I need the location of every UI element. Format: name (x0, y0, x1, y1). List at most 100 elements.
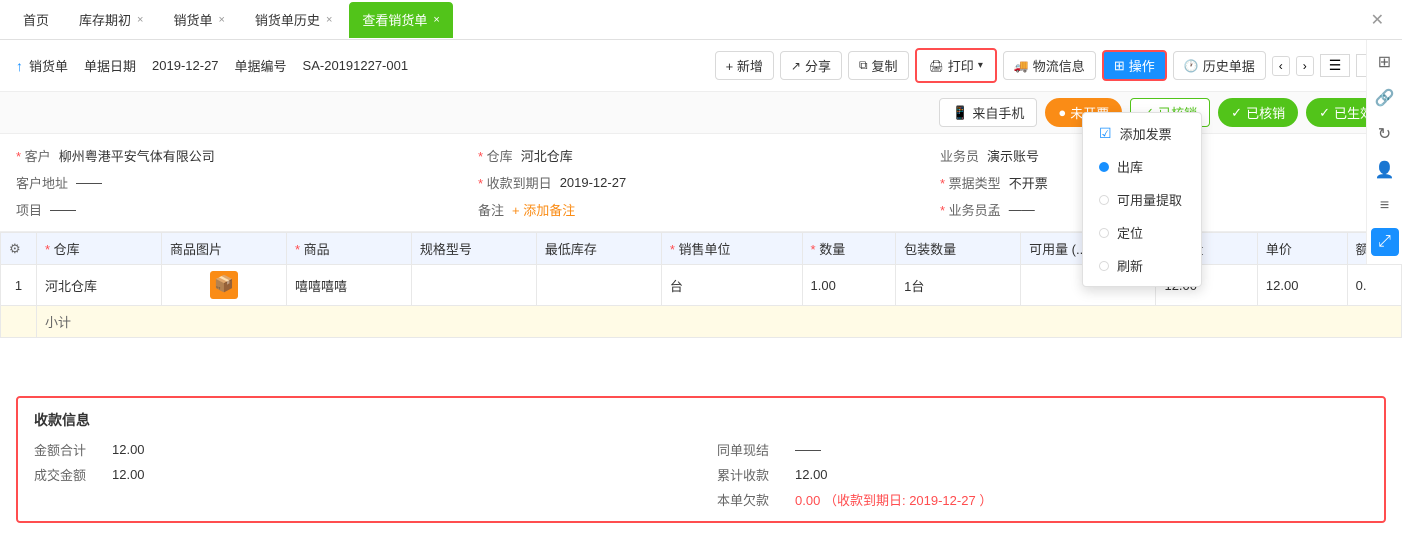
new-label: + 新增 (726, 56, 763, 75)
print-button[interactable]: 🖨 打印 ▾ (919, 52, 993, 79)
address-value: —— (76, 175, 102, 190)
tab-sales[interactable]: 销货单 × (160, 2, 237, 38)
cumulative-value: 12.00 (795, 467, 828, 482)
form-type-label: 销货单 (29, 56, 68, 75)
same-order-value: —— (795, 442, 821, 457)
product-image: 📦 (210, 271, 238, 299)
tab-sales-history[interactable]: 销货单历史 × (242, 2, 345, 38)
row-quantity: 1.00 (802, 265, 896, 306)
window-close-button[interactable]: ✕ (1363, 6, 1392, 34)
dropdown-add-invoice[interactable]: ☑ 添加发票 (1083, 117, 1201, 150)
refresh-label: 刷新 (1117, 256, 1143, 275)
copy-label: 复制 (872, 56, 898, 75)
sidebar-refresh-icon[interactable]: ↻ (1371, 120, 1399, 148)
col-image: 商品图片 (161, 233, 286, 265)
checkbox-icon: ☑ (1099, 125, 1112, 142)
sales-employee-value: —— (1009, 202, 1035, 217)
current-due-label: 本单欠款 (717, 490, 787, 509)
row-sales-unit: 台 (661, 265, 802, 306)
sidebar-resize-icon[interactable]: ⤢ (1371, 228, 1399, 256)
row-num: 1 (1, 265, 37, 306)
sidebar-list-icon[interactable]: ≡ (1371, 192, 1399, 220)
project-value: —— (50, 202, 76, 217)
sold-button[interactable]: ✓ 已核销 (1218, 98, 1298, 127)
tab-inventory-label: 库存期初 (79, 10, 131, 29)
nav-next-button[interactable]: › (1296, 56, 1314, 76)
ticket-type-value: 不开票 (1009, 173, 1048, 192)
tab-view-sales-label: 查看销货单 (362, 10, 427, 29)
same-order-label: 同单现结 (717, 440, 787, 459)
sidebar-link-icon[interactable]: 🔗 (1371, 84, 1399, 112)
phone-button[interactable]: 📱 来自手机 (939, 98, 1037, 127)
col-settings[interactable]: ⚙ (1, 233, 37, 265)
row-min-stock (536, 265, 661, 306)
col-pkg-qty: 包装数量 (896, 233, 1021, 265)
history-label: 历史单据 (1203, 56, 1255, 75)
logistics-button[interactable]: 🚚 物流信息 (1003, 51, 1096, 80)
tab-view-sales[interactable]: 查看销货单 × (349, 2, 452, 38)
amount-total-value: 12.00 (112, 442, 145, 457)
history-button[interactable]: 🕐 历史单据 (1173, 51, 1266, 80)
form-title: ↑ 销货单 (16, 56, 68, 75)
col-product: * 商品 (286, 233, 411, 265)
new-button[interactable]: + 新增 (715, 51, 774, 80)
print-highlight: 🖨 打印 ▾ (915, 48, 997, 83)
share-label: 分享 (805, 56, 831, 75)
share-button[interactable]: ↗ 分享 (780, 51, 842, 80)
unopened-dot: ● (1058, 105, 1066, 120)
payment-date-value: 2019-12-27 (560, 175, 627, 190)
tab-inventory[interactable]: 库存期初 × (66, 2, 156, 38)
col-spec: 规格型号 (411, 233, 536, 265)
list-view-button[interactable]: ☰ (1320, 54, 1351, 77)
dropdown-outbound[interactable]: 出库 (1083, 150, 1201, 183)
col-warehouse: * 仓库 (37, 233, 162, 265)
tab-home[interactable]: 首页 (10, 2, 62, 38)
tab-sales-history-close[interactable]: × (326, 14, 332, 26)
copy-button[interactable]: ⧉ 复制 (848, 51, 909, 80)
employee-value: 演示账号 (987, 146, 1039, 165)
tab-home-label: 首页 (23, 10, 49, 29)
dropdown-refresh[interactable]: 刷新 (1083, 249, 1201, 282)
tab-inventory-close[interactable]: × (137, 14, 143, 26)
nav-prev-button[interactable]: ‹ (1272, 56, 1290, 76)
employee-label: 业务员 (940, 146, 979, 165)
transaction-value: 12.00 (112, 467, 145, 482)
dropdown-locate[interactable]: 定位 (1083, 216, 1201, 249)
right-sidebar: ⊞ 🔗 ↻ 👤 ≡ ⤢ (1366, 40, 1402, 264)
tab-bar: 首页 库存期初 × 销货单 × 销货单历史 × 查看销货单 × ✕ (0, 0, 1402, 40)
operations-button[interactable]: ⊞ 操作 (1102, 50, 1167, 81)
amount-total-row: 金额合计 12.00 成交金额 12.00 (34, 440, 685, 509)
transaction-label: 成交金额 (34, 465, 104, 484)
add-note-button[interactable]: 添加备注 (512, 200, 575, 219)
payment-date-field: * 收款到期日 2019-12-27 (478, 173, 924, 192)
subtotal-label: 小计 (37, 306, 1402, 338)
phone-label: 来自手机 (972, 103, 1024, 122)
col-min-stock: 最低库存 (536, 233, 661, 265)
payment-info-grid: 金额合计 12.00 成交金额 12.00 同单现结 —— 累计收款 (34, 440, 1368, 509)
address-field: 客户地址 —— (16, 173, 462, 192)
ops-label: 操作 (1129, 56, 1155, 75)
sidebar-expand-icon[interactable]: ⊞ (1371, 48, 1399, 76)
payment-date-label: * 收款到期日 (478, 173, 552, 192)
tab-sales-history-label: 销货单历史 (255, 10, 320, 29)
row-pkg-qty: 1台 (896, 265, 1021, 306)
dropdown-quantity[interactable]: 可用量提取 (1083, 183, 1201, 216)
radio-inactive-icon-3 (1099, 261, 1109, 271)
subtotal-row: 小计 (1, 306, 1402, 338)
project-field: 项目 —— (16, 200, 462, 219)
form-type-icon: ↑ (16, 58, 23, 74)
payment-info-title: 收款信息 (34, 410, 1368, 430)
sidebar-user-icon[interactable]: 👤 (1371, 156, 1399, 184)
tab-view-sales-close[interactable]: × (433, 14, 439, 26)
share-icon: ↗ (791, 59, 801, 73)
radio-active-icon (1099, 162, 1109, 172)
row-warehouse: 河北仓库 (37, 265, 162, 306)
amount-total-label: 金额合计 (34, 440, 104, 459)
locate-label: 定位 (1117, 223, 1143, 242)
history-icon: 🕐 (1184, 59, 1199, 73)
tab-sales-close[interactable]: × (218, 14, 224, 26)
date-value: 2019-12-27 (152, 58, 219, 73)
copy-icon: ⧉ (859, 58, 868, 73)
number-label: 单据编号 (235, 56, 287, 75)
row-image: 📦 (161, 265, 286, 306)
